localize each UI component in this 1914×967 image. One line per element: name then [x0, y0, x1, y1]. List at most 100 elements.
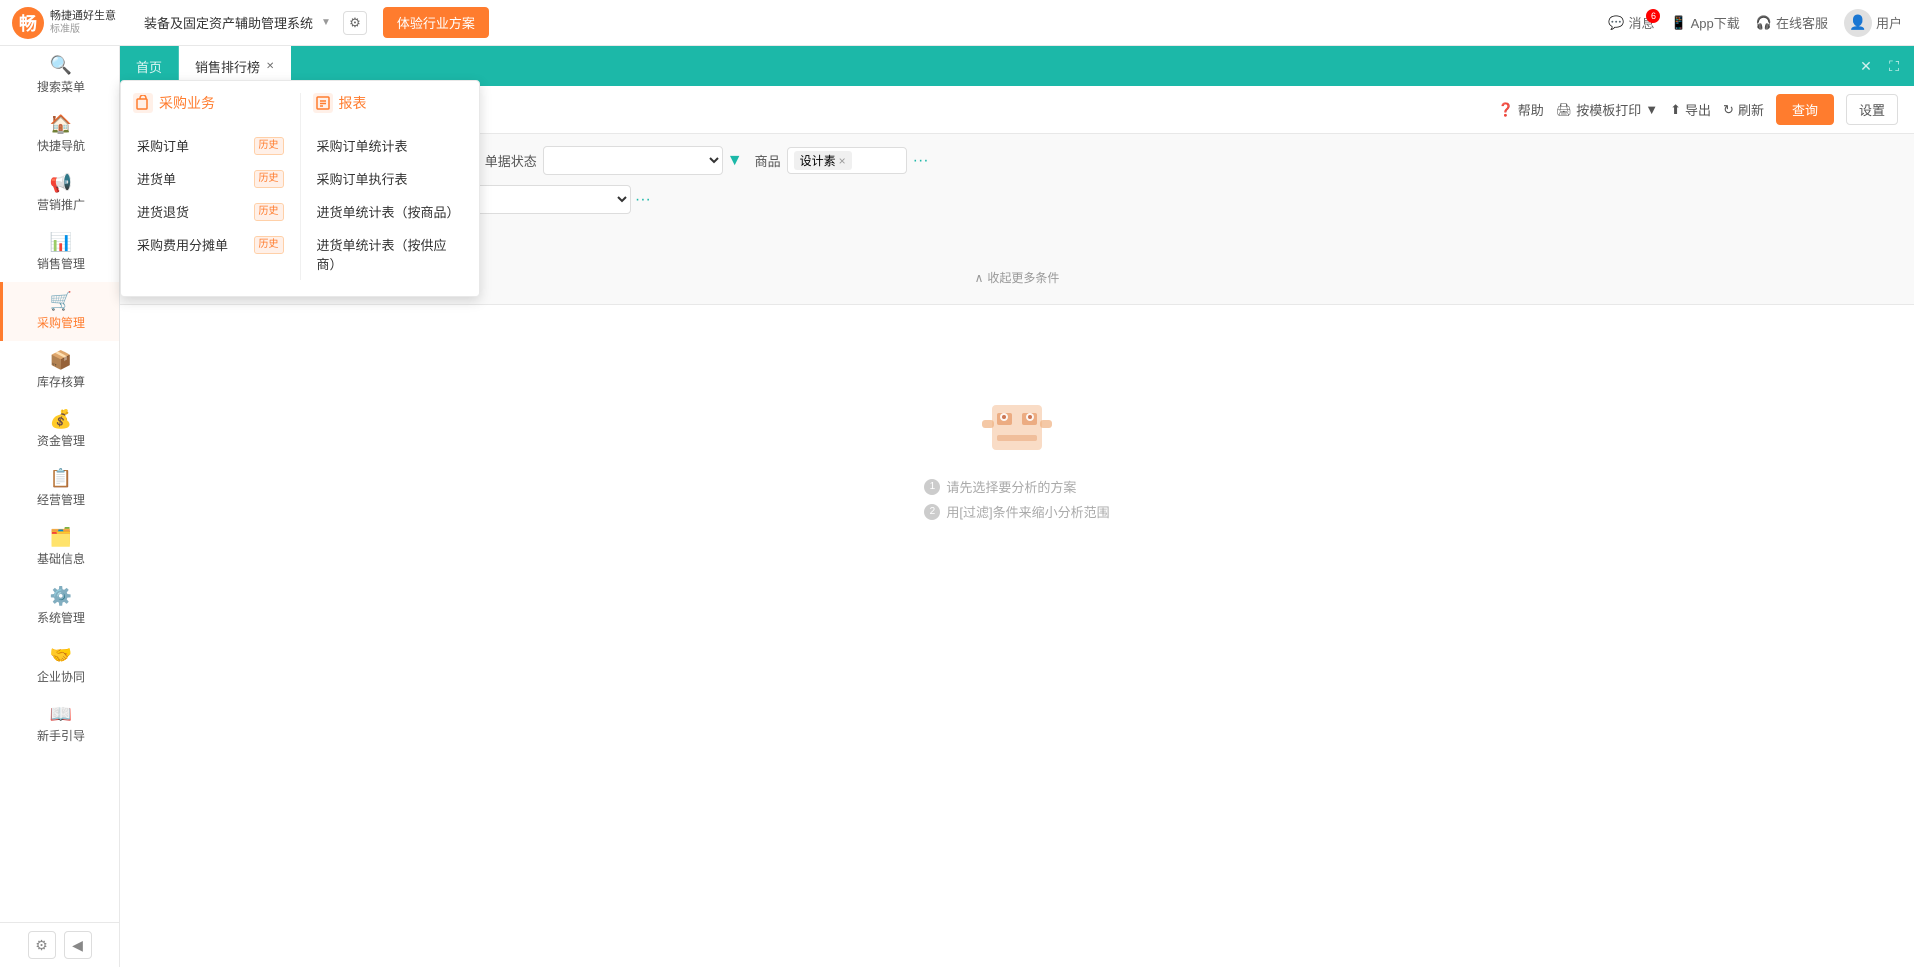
- basicinfo-icon: 🗂️: [50, 528, 72, 546]
- report-title: 报表: [339, 93, 367, 113]
- history-badge-1: 历史: [254, 170, 284, 188]
- purchase-order-stat-item[interactable]: 采购订单统计表: [313, 129, 468, 162]
- home-icon: 🏠: [50, 115, 72, 133]
- report-header: 报表: [313, 93, 468, 123]
- phone-icon: 📱: [1670, 15, 1686, 31]
- goods-stat-by-supplier-item[interactable]: 进货单统计表（按供应商）: [313, 228, 468, 280]
- goods-stat-by-goods-item[interactable]: 进货单统计表（按商品）: [313, 195, 468, 228]
- goods-tag-close-icon[interactable]: ×: [839, 154, 846, 168]
- goods-label: 商品: [755, 151, 781, 170]
- tab-close-all-btn[interactable]: ✕: [1854, 54, 1878, 78]
- message-btn[interactable]: 💬 消息 6: [1608, 13, 1654, 32]
- collapse-up-icon: ∧: [975, 271, 984, 285]
- system-title: 装备及固定资产辅助管理系统: [144, 13, 313, 32]
- cooperation-icon: 🤝: [50, 646, 72, 664]
- history-badge-3: 历史: [254, 236, 284, 254]
- purchase-business-header-icon: [133, 93, 153, 113]
- operation-icon: 📋: [50, 469, 72, 487]
- purchase-business-header: 采购业务: [133, 93, 288, 123]
- help-icon: ❓: [1498, 102, 1514, 118]
- step-1: 1: [924, 479, 940, 495]
- report-header-icon: [313, 93, 333, 113]
- sidebar: 🔍 搜索菜单 🏠 快捷导航 📢 营销推广 📊 销售管理 🛒 采购管理 📦 库存核…: [0, 46, 120, 967]
- export-icon: ⬆: [1670, 102, 1681, 118]
- refresh-icon: ↻: [1723, 102, 1734, 118]
- message-badge: 6: [1646, 9, 1660, 23]
- purchase-business-title: 采购业务: [159, 93, 215, 113]
- print-icon: 🖨: [1556, 102, 1573, 118]
- goods-more-btn[interactable]: ···: [913, 152, 929, 170]
- message-icon: 💬: [1608, 15, 1624, 31]
- purchase-order-exec-item[interactable]: 采购订单执行表: [313, 162, 468, 195]
- sidebar-item-inventory[interactable]: 📦 库存核算: [0, 341, 119, 400]
- industry-btn[interactable]: 体验行业方案: [383, 7, 489, 38]
- report-col: 报表 采购订单统计表 采购订单执行表 进货单统计表（按商品） 进货单统计表（按供…: [300, 93, 480, 280]
- app-download-btn[interactable]: 📱 App下载: [1670, 13, 1739, 32]
- sidebar-item-quicknav[interactable]: 🏠 快捷导航: [0, 105, 119, 164]
- salesperson-more-btn[interactable]: ···: [635, 191, 651, 209]
- sidebar-item-basicinfo[interactable]: 🗂️ 基础信息: [0, 518, 119, 577]
- logo-area: 畅 畅捷通好生意 标准版: [12, 7, 132, 39]
- sales-icon: 📊: [50, 233, 72, 251]
- print-dropdown-icon[interactable]: ▼: [1645, 102, 1658, 117]
- header-right: 💬 消息 6 📱 App下载 🎧 在线客服 👤 用户: [1608, 9, 1902, 37]
- empty-state: 1 请先选择要分析的方案 2 用[过滤]条件来缩小分析范围: [120, 305, 1914, 601]
- goods-return-item[interactable]: 进货退货 历史: [133, 195, 288, 228]
- help-btn[interactable]: ❓ 帮助: [1498, 100, 1544, 119]
- sidebar-collapse-btn[interactable]: ◀: [64, 931, 92, 959]
- voucher-status-label: 单据状态: [485, 151, 537, 170]
- sidebar-item-sales[interactable]: 📊 销售管理: [0, 223, 119, 282]
- step-2: 2: [924, 504, 940, 520]
- refresh-btn[interactable]: ↻ 刷新: [1723, 100, 1764, 119]
- purchase-icon: 🛒: [50, 292, 72, 310]
- logo-icon: 畅: [12, 7, 44, 39]
- system-title-dropdown[interactable]: ▼: [321, 17, 331, 28]
- empty-tip-1: 1 请先选择要分析的方案: [924, 477, 1109, 496]
- sidebar-item-search[interactable]: 🔍 搜索菜单: [0, 46, 119, 105]
- export-btn[interactable]: ⬆ 导出: [1670, 100, 1711, 119]
- sidebar-item-system[interactable]: ⚙️ 系统管理: [0, 577, 119, 636]
- system-icon: ⚙️: [50, 587, 72, 605]
- sidebar-item-purchase[interactable]: 🛒 采购管理: [0, 282, 119, 341]
- print-template-btn[interactable]: 🖨 按模板打印 ▼: [1556, 100, 1658, 119]
- purchase-expense-item[interactable]: 采购费用分摊单 历史: [133, 228, 288, 261]
- marketing-icon: 📢: [50, 174, 72, 192]
- purchase-dropdown-menu: 采购业务 采购订单 历史 进货单 历史 进货退货 历史 采购费用分摊单 历史: [120, 80, 480, 297]
- empty-illustration: [967, 385, 1067, 465]
- system-title-area: 装备及固定资产辅助管理系统 ▼ ⚙ 体验行业方案: [132, 7, 1608, 38]
- sidebar-bottom: ⚙ ◀: [0, 922, 119, 967]
- headset-icon: 🎧: [1756, 15, 1772, 31]
- avatar: 👤: [1844, 9, 1872, 37]
- empty-tip-2: 2 用[过滤]条件来缩小分析范围: [924, 502, 1109, 521]
- purchase-business-col: 采购业务 采购订单 历史 进货单 历史 进货退货 历史 采购费用分摊单 历史: [121, 93, 300, 280]
- history-badge-2: 历史: [254, 203, 284, 221]
- goods-tag-input[interactable]: 设计素 ×: [787, 147, 907, 174]
- goods-receipt-item[interactable]: 进货单 历史: [133, 162, 288, 195]
- user-btn[interactable]: 👤 用户: [1844, 9, 1902, 37]
- voucher-status-more[interactable]: ▼: [727, 152, 743, 170]
- logo-text: 畅捷通好生意 标准版: [50, 9, 116, 36]
- purchase-order-item[interactable]: 采购订单 历史: [133, 129, 288, 162]
- sidebar-item-marketing[interactable]: 📢 营销推广: [0, 164, 119, 223]
- inventory-icon: 📦: [50, 351, 72, 369]
- sidebar-item-newbie[interactable]: 📖 新手引导: [0, 695, 119, 754]
- query-btn[interactable]: 查询: [1776, 94, 1834, 125]
- settings-btn[interactable]: 设置: [1846, 94, 1898, 125]
- finance-icon: 💰: [50, 410, 72, 428]
- newbie-icon: 📖: [50, 705, 72, 723]
- tab-maximize-btn[interactable]: ⛶: [1882, 54, 1906, 78]
- sidebar-item-operation[interactable]: 📋 经营管理: [0, 459, 119, 518]
- sidebar-item-finance[interactable]: 💰 资金管理: [0, 400, 119, 459]
- system-settings-icon[interactable]: ⚙: [343, 11, 367, 35]
- goods-filter: 商品 设计素 × ···: [755, 147, 929, 174]
- tab-close-icon[interactable]: ✕: [266, 61, 274, 72]
- history-badge-0: 历史: [254, 137, 284, 155]
- voucher-status-filter: 单据状态 ▼: [485, 146, 743, 175]
- goods-tag: 设计素 ×: [794, 151, 852, 170]
- sidebar-settings-btn[interactable]: ⚙: [28, 931, 56, 959]
- sidebar-item-cooperation[interactable]: 🤝 企业协同: [0, 636, 119, 695]
- tab-bar-right: ✕ ⛶: [1854, 54, 1914, 78]
- online-service-btn[interactable]: 🎧 在线客服: [1756, 13, 1828, 32]
- voucher-status-select[interactable]: [543, 146, 723, 175]
- empty-text: 1 请先选择要分析的方案 2 用[过滤]条件来缩小分析范围: [924, 477, 1109, 521]
